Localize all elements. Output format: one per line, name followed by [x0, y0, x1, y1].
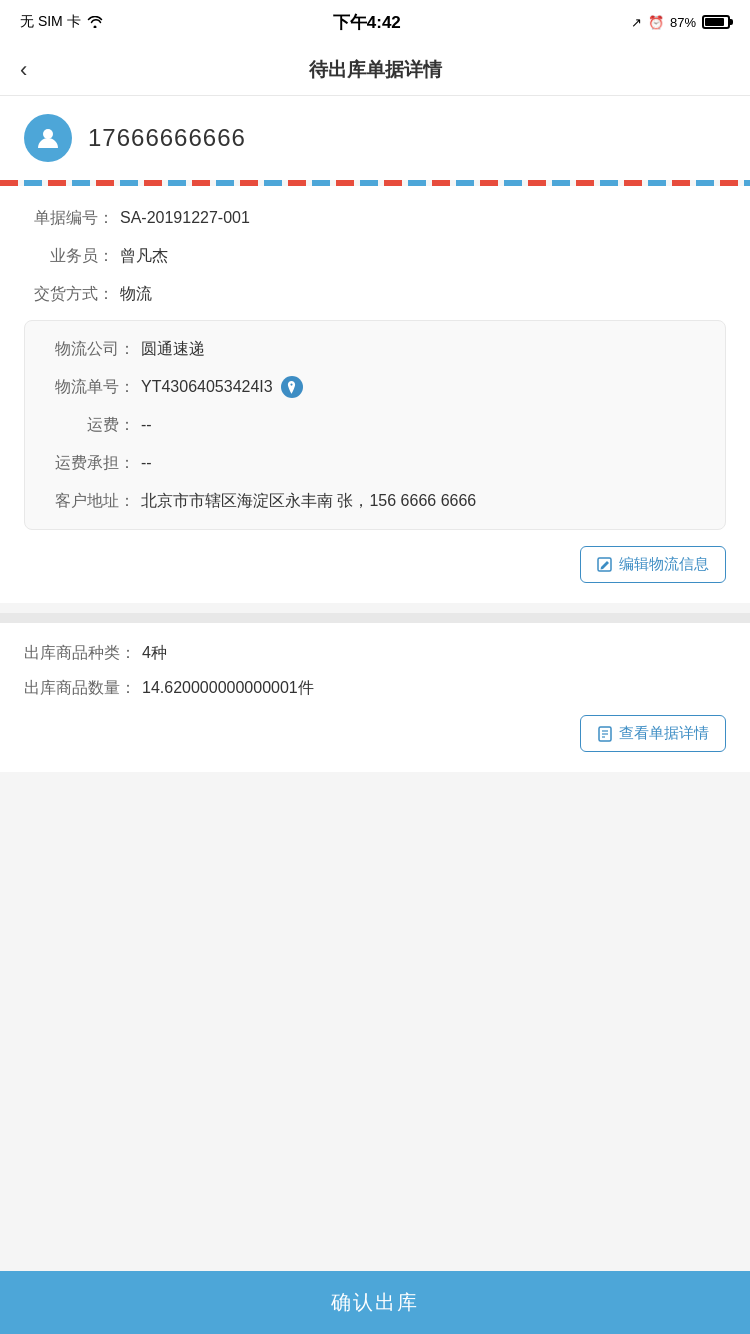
wifi-icon — [87, 16, 103, 28]
logistics-tracking-label: 物流单号： — [45, 375, 135, 399]
battery-percentage: 87% — [670, 15, 696, 30]
edit-logistics-button[interactable]: 编辑物流信息 — [580, 546, 726, 583]
customer-phone: 17666666666 — [88, 124, 246, 152]
logistics-company-value: 圆通速递 — [141, 337, 705, 361]
delivery-row: 交货方式： 物流 — [24, 282, 726, 306]
address-row: 客户地址： 北京市市辖区海淀区永丰南 张，156 6666 6666 — [45, 489, 705, 513]
bottom-bar[interactable]: 确认出库 — [0, 1271, 750, 1334]
edit-button-label: 编辑物流信息 — [619, 555, 709, 574]
freight-row: 运费： -- — [45, 413, 705, 437]
logistics-company-row: 物流公司： 圆通速递 — [45, 337, 705, 361]
order-no-value: SA-20191227-001 — [120, 206, 726, 230]
freight-bearer-value: -- — [141, 451, 705, 475]
customer-card: 17666666666 — [0, 96, 750, 180]
view-detail-label: 查看单据详情 — [619, 724, 709, 743]
freight-bearer-label: 运费承担： — [45, 451, 135, 475]
logistics-company-label: 物流公司： — [45, 337, 135, 361]
goods-quantity-row: 出库商品数量： 14.620000000000001件 — [24, 678, 726, 699]
main-content: 17666666666 单据编号： SA-20191227-001 业务员： 曾… — [0, 96, 750, 872]
status-carrier: 无 SIM 卡 — [20, 13, 103, 31]
view-detail-row: 查看单据详情 — [24, 715, 726, 752]
order-info-section: 单据编号： SA-20191227-001 业务员： 曾凡杰 交货方式： 物流 … — [0, 186, 750, 603]
address-value: 北京市市辖区海淀区永丰南 张，156 6666 6666 — [141, 489, 705, 513]
logistics-card: 物流公司： 圆通速递 物流单号： YT43064053424I3 运费： -- — [24, 320, 726, 530]
status-bar: 无 SIM 卡 下午4:42 ↗ ⏰ 87% — [0, 0, 750, 44]
confirm-button-label: 确认出库 — [331, 1289, 419, 1316]
avatar — [24, 114, 72, 162]
section-divider — [0, 613, 750, 623]
goods-quantity-value: 14.620000000000001件 — [142, 678, 726, 699]
goods-types-value: 4种 — [142, 643, 726, 664]
order-no-row: 单据编号： SA-20191227-001 — [24, 206, 726, 230]
user-icon — [34, 124, 62, 152]
order-no-label: 单据编号： — [24, 206, 114, 230]
delivery-value: 物流 — [120, 282, 726, 306]
goods-quantity-label: 出库商品数量： — [24, 678, 136, 699]
back-button[interactable]: ‹ — [20, 57, 27, 83]
logistics-tracking-row: 物流单号： YT43064053424I3 — [45, 375, 705, 399]
logistics-tracking-value: YT43064053424I3 — [141, 375, 705, 399]
edit-button-row: 编辑物流信息 — [24, 546, 726, 583]
goods-section: 出库商品种类： 4种 出库商品数量： 14.620000000000001件 查… — [0, 623, 750, 772]
page-title: 待出库单据详情 — [309, 57, 442, 83]
nav-bar: ‹ 待出库单据详情 — [0, 44, 750, 96]
delivery-label: 交货方式： — [24, 282, 114, 306]
track-location-button[interactable] — [281, 376, 303, 398]
freight-value: -- — [141, 413, 705, 437]
svg-point-0 — [43, 129, 53, 139]
map-pin-icon — [285, 381, 298, 394]
status-indicators: ↗ ⏰ 87% — [631, 15, 730, 30]
status-time: 下午4:42 — [333, 11, 401, 34]
salesman-label: 业务员： — [24, 244, 114, 268]
address-label: 客户地址： — [45, 489, 135, 513]
tracking-number: YT43064053424I3 — [141, 375, 273, 399]
carrier-label: 无 SIM 卡 — [20, 13, 81, 31]
location-status-icon: ↗ — [631, 15, 642, 30]
freight-label: 运费： — [45, 413, 135, 437]
salesman-value: 曾凡杰 — [120, 244, 726, 268]
freight-bearer-row: 运费承担： -- — [45, 451, 705, 475]
document-icon — [597, 726, 613, 742]
view-detail-button[interactable]: 查看单据详情 — [580, 715, 726, 752]
battery-icon — [702, 15, 730, 29]
salesman-row: 业务员： 曾凡杰 — [24, 244, 726, 268]
goods-types-row: 出库商品种类： 4种 — [24, 643, 726, 664]
goods-types-label: 出库商品种类： — [24, 643, 136, 664]
edit-icon — [597, 557, 613, 573]
alarm-icon: ⏰ — [648, 15, 664, 30]
